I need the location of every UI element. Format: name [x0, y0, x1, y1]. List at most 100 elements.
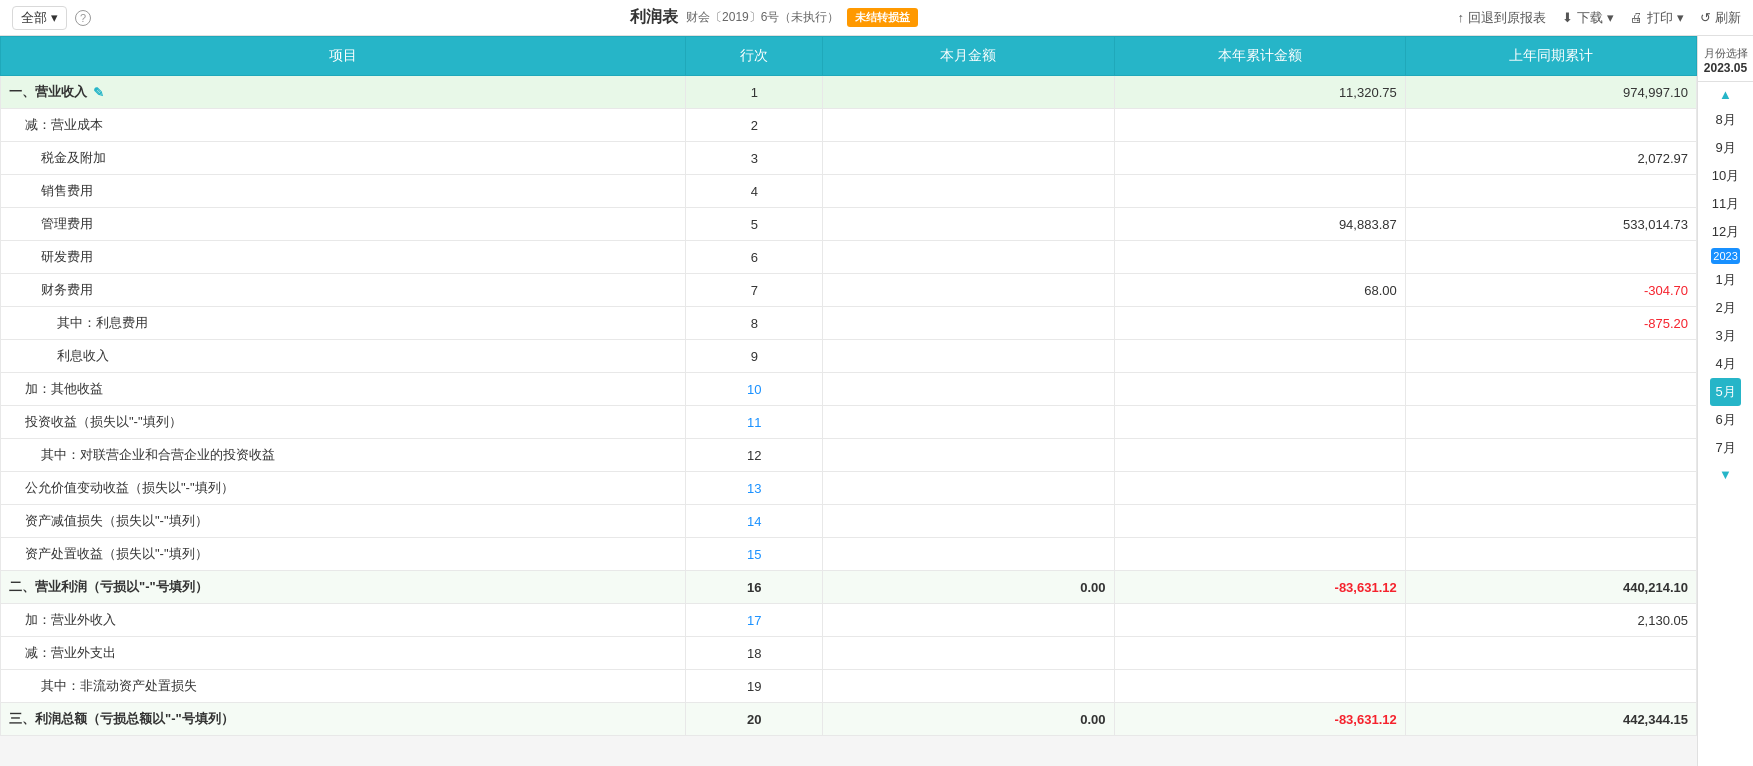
- col-header-prev: 上年同期累计: [1405, 37, 1696, 76]
- cell-name: 研发费用: [1, 241, 686, 274]
- table-row: 财务费用768.00-304.70: [1, 274, 1697, 307]
- nav-up-button[interactable]: ▲: [1710, 84, 1742, 104]
- cell-prev: [1405, 670, 1696, 703]
- month-item[interactable]: 8月: [1710, 106, 1741, 134]
- table-row: 管理费用594,883.87533,014.73: [1, 208, 1697, 241]
- cell-row-num: 9: [686, 340, 823, 373]
- cell-year: [1114, 373, 1405, 406]
- print-arrow-icon: ▾: [1677, 10, 1684, 25]
- table-row: 一、营业收入 ✎111,320.75974,997.10: [1, 76, 1697, 109]
- cell-year: [1114, 538, 1405, 571]
- cell-prev: [1405, 241, 1696, 274]
- cell-row-num: 1: [686, 76, 823, 109]
- back-icon: ↑: [1458, 10, 1465, 25]
- cell-name: 资产减值损失（损失以"-"填列）: [1, 505, 686, 538]
- cell-year: [1114, 142, 1405, 175]
- edit-icon[interactable]: ✎: [93, 85, 109, 101]
- cell-year: -83,631.12: [1114, 703, 1405, 736]
- month-item[interactable]: 1月: [1710, 266, 1741, 294]
- cell-prev: 974,997.10: [1405, 76, 1696, 109]
- main-container: 项目 行次 本月金额 本年累计金额 上年同期累计 一、营业收入 ✎111,320…: [0, 36, 1753, 766]
- cell-month: [823, 439, 1114, 472]
- cell-name: 加：营业外收入: [1, 604, 686, 637]
- month-item[interactable]: 2月: [1710, 294, 1741, 322]
- cell-prev: [1405, 472, 1696, 505]
- month-item[interactable]: 9月: [1710, 134, 1741, 162]
- cell-row-num: 7: [686, 274, 823, 307]
- cell-month: [823, 670, 1114, 703]
- top-bar: 全部 ▾ ? 利润表 财会〔2019〕6号（未执行） 未结转损益 ↑ 回退到原报…: [0, 0, 1753, 36]
- cell-prev: 442,344.15: [1405, 703, 1696, 736]
- month-item[interactable]: 4月: [1710, 350, 1741, 378]
- cell-row-num: 16: [686, 571, 823, 604]
- cell-prev: 2,130.05: [1405, 604, 1696, 637]
- cell-name: 其中：利息费用: [1, 307, 686, 340]
- cell-prev: [1405, 175, 1696, 208]
- cell-prev: [1405, 373, 1696, 406]
- back-button[interactable]: ↑ 回退到原报表: [1458, 9, 1547, 27]
- cell-prev: [1405, 109, 1696, 142]
- cell-year: -83,631.12: [1114, 571, 1405, 604]
- cell-row-num: 10: [686, 373, 823, 406]
- cell-name: 销售费用: [1, 175, 686, 208]
- cell-month: [823, 604, 1114, 637]
- side-title-label: 月份选择: [1700, 46, 1751, 61]
- month-item[interactable]: 5月: [1710, 378, 1741, 406]
- cell-row-num: 18: [686, 637, 823, 670]
- download-arrow-icon: ▾: [1607, 10, 1614, 25]
- print-icon: 🖨: [1630, 10, 1643, 25]
- cell-name: 三、利润总额（亏损总额以"-"号填列）: [1, 703, 686, 736]
- month-item[interactable]: 12月: [1710, 218, 1741, 246]
- month-item[interactable]: 7月: [1710, 434, 1741, 462]
- cell-year: [1114, 175, 1405, 208]
- cell-row-num: 20: [686, 703, 823, 736]
- report-subtitle: 财会〔2019〕6号（未执行）: [686, 9, 839, 26]
- cell-year: 68.00: [1114, 274, 1405, 307]
- nav-down-button[interactable]: ▼: [1710, 464, 1742, 484]
- cell-year: 11,320.75: [1114, 76, 1405, 109]
- download-button[interactable]: ⬇ 下载 ▾: [1562, 9, 1614, 27]
- month-item[interactable]: 3月: [1710, 322, 1741, 350]
- year-badge[interactable]: 2023: [1711, 248, 1739, 264]
- month-item[interactable]: 11月: [1710, 190, 1741, 218]
- cell-prev: 533,014.73: [1405, 208, 1696, 241]
- help-icon[interactable]: ?: [75, 10, 91, 26]
- table-row: 税金及附加32,072.97: [1, 142, 1697, 175]
- table-row: 资产减值损失（损失以"-"填列）14: [1, 505, 1697, 538]
- download-icon: ⬇: [1562, 10, 1573, 25]
- cell-row-num: 17: [686, 604, 823, 637]
- cell-year: [1114, 670, 1405, 703]
- cell-year: [1114, 406, 1405, 439]
- side-panel-title: 月份选择 2023.05: [1698, 40, 1753, 82]
- cell-row-num: 3: [686, 142, 823, 175]
- cell-year: [1114, 604, 1405, 637]
- table-row: 销售费用4: [1, 175, 1697, 208]
- cell-name: 其中：非流动资产处置损失: [1, 670, 686, 703]
- cell-row-num: 19: [686, 670, 823, 703]
- cell-prev: -304.70: [1405, 274, 1696, 307]
- month-item[interactable]: 10月: [1710, 162, 1741, 190]
- current-year-label: 2023.05: [1700, 61, 1751, 75]
- scope-dropdown[interactable]: 全部 ▾: [12, 6, 67, 30]
- table-row: 其中：非流动资产处置损失19: [1, 670, 1697, 703]
- cell-prev: -875.20: [1405, 307, 1696, 340]
- cell-prev: [1405, 439, 1696, 472]
- month-item[interactable]: 6月: [1710, 406, 1741, 434]
- cell-year: [1114, 109, 1405, 142]
- cell-month: [823, 373, 1114, 406]
- cell-row-num: 13: [686, 472, 823, 505]
- col-header-name: 项目: [1, 37, 686, 76]
- cell-prev: [1405, 505, 1696, 538]
- side-panel: 月份选择 2023.05 ▲ 8月9月10月11月12月 2023 1月2月3月4月…: [1697, 36, 1753, 766]
- cell-row-num: 8: [686, 307, 823, 340]
- refresh-button[interactable]: ↺ 刷新: [1700, 9, 1741, 27]
- print-button[interactable]: 🖨 打印 ▾: [1630, 9, 1684, 27]
- top-bar-right: ↑ 回退到原报表 ⬇ 下载 ▾ 🖨 打印 ▾ ↺ 刷新: [1458, 9, 1742, 27]
- col-header-row: 行次: [686, 37, 823, 76]
- cell-row-num: 12: [686, 439, 823, 472]
- status-badge: 未结转损益: [847, 8, 918, 27]
- cell-prev: [1405, 340, 1696, 373]
- table-row: 减：营业外支出18: [1, 637, 1697, 670]
- cell-row-num: 11: [686, 406, 823, 439]
- dropdown-arrow-icon: ▾: [51, 10, 58, 25]
